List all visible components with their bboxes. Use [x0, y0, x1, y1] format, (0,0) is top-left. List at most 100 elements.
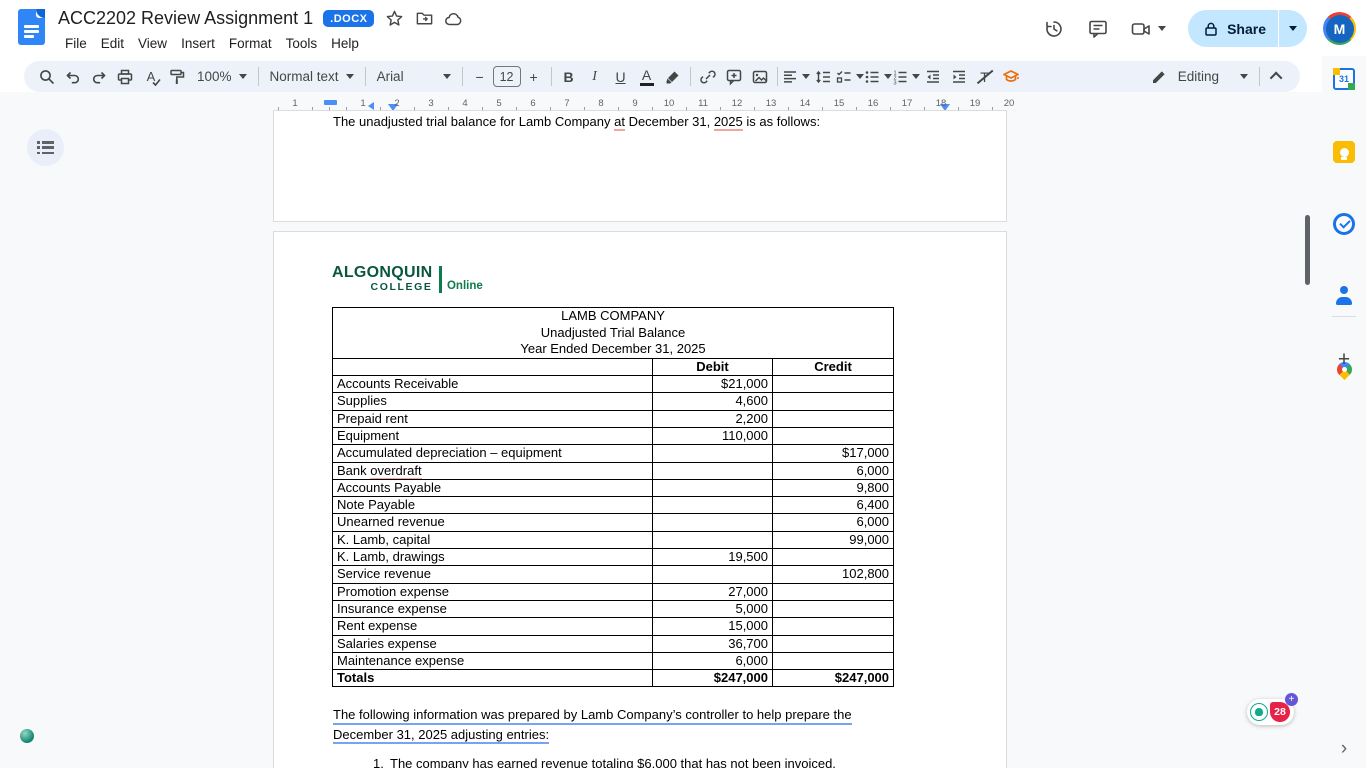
clear-formatting-icon[interactable]: T	[972, 64, 998, 90]
menu-insert[interactable]: Insert	[174, 34, 222, 53]
join-call-button[interactable]	[1130, 18, 1167, 40]
insert-link-icon[interactable]	[695, 64, 721, 90]
table-row: Insurance expense 5,000	[332, 599, 895, 619]
account-cell: Salaries expense	[332, 634, 653, 653]
menu-help[interactable]: Help	[324, 34, 366, 53]
menu-view[interactable]: View	[131, 34, 174, 53]
menu-format[interactable]: Format	[222, 34, 279, 53]
decrease-font-size-button[interactable]: −	[467, 64, 493, 90]
hide-side-panel-button[interactable]: ›	[1341, 738, 1347, 760]
increase-font-size-button[interactable]: +	[521, 64, 547, 90]
font-select[interactable]: Arial	[370, 64, 458, 90]
table-row: K. Lamb, drawings 19,500	[332, 548, 895, 567]
text-color-button[interactable]: A	[634, 64, 660, 90]
docs-logo-fold	[36, 9, 45, 18]
comments-icon[interactable]	[1086, 17, 1110, 41]
search-menus-icon[interactable]	[34, 64, 60, 90]
bulleted-list-caret-icon	[883, 74, 892, 79]
google-docs-logo-icon[interactable]	[18, 9, 45, 45]
account-avatar[interactable]: M	[1323, 12, 1356, 45]
table-row: Equipment 110,000	[332, 426, 895, 446]
google-calendar-icon[interactable]: 31	[1333, 68, 1355, 90]
version-history-icon[interactable]	[1042, 17, 1066, 41]
menu-file[interactable]: File	[58, 34, 94, 53]
zoom-select[interactable]: 100%	[190, 64, 254, 90]
column-header: Debit	[652, 357, 773, 377]
debit-cell: 19,500	[652, 548, 773, 567]
italic-button[interactable]: I	[582, 64, 608, 90]
underline-button[interactable]: U	[608, 64, 634, 90]
print-icon[interactable]	[112, 64, 138, 90]
table-row: Salaries expense 36,700	[332, 634, 895, 653]
extension-dot-icon[interactable]	[20, 729, 34, 743]
ruler-margin-marker[interactable]	[324, 100, 337, 105]
editing-mode-select[interactable]: Editing	[1144, 64, 1255, 90]
menu-tools[interactable]: Tools	[279, 34, 325, 53]
ruler-table-marker[interactable]	[368, 102, 374, 110]
styles-caret-icon	[345, 74, 354, 79]
column-header: Credit	[771, 357, 895, 377]
trial-balance-table[interactable]: LAMB COMPANY Unadjusted Trial Balance Year…	[331, 307, 895, 688]
ruler-number: 14	[799, 98, 811, 109]
insert-image-icon[interactable]	[747, 64, 773, 90]
account-cell: Insurance expense	[332, 599, 653, 619]
page-2[interactable]: ALGONQUIN COLLEGE Online LAMB COMPANY Una…	[273, 231, 1007, 768]
google-tasks-icon[interactable]	[1333, 213, 1355, 235]
undo-icon[interactable]	[60, 64, 86, 90]
align-button[interactable]	[782, 64, 810, 90]
lock-icon	[1205, 22, 1217, 36]
toolbar-separator	[1259, 67, 1260, 86]
document-title[interactable]: ACC2202 Review Assignment 1	[58, 8, 313, 29]
account-cell: Maintenance expense	[332, 651, 653, 671]
spellcheck-icon[interactable]: A	[138, 64, 164, 90]
share-options-caret[interactable]	[1279, 10, 1307, 47]
extension-badge[interactable]: 28 +	[1247, 693, 1298, 725]
numbered-list-button[interactable]: 123	[892, 64, 920, 90]
debit-cell	[652, 530, 773, 550]
numbered-list[interactable]: 1. The company has earned revenue totalin…	[373, 756, 836, 768]
logo-divider	[439, 265, 442, 293]
hide-menus-button[interactable]	[1264, 64, 1290, 90]
scrollbar-thumb[interactable]	[1305, 215, 1310, 285]
increase-indent-icon[interactable]	[946, 64, 972, 90]
move-to-folder-icon[interactable]	[414, 9, 434, 29]
debit-cell	[652, 513, 773, 532]
credit-cell	[771, 599, 895, 619]
ruler-number: 3	[428, 98, 434, 109]
redo-icon[interactable]	[86, 64, 112, 90]
show-document-outline-button[interactable]	[27, 129, 64, 166]
spellcheck-flagged-word: overdraft	[370, 462, 422, 479]
checklist-button[interactable]	[836, 64, 864, 90]
closing-paragraph[interactable]: The following information was prepared b…	[333, 707, 933, 746]
styles-select[interactable]: Normal text	[263, 64, 361, 90]
paint-format-icon[interactable]	[164, 64, 190, 90]
extension-cap-icon[interactable]	[998, 64, 1024, 90]
debit-cell: 27,000	[652, 582, 773, 601]
highlight-color-button[interactable]	[660, 64, 686, 90]
menu-edit[interactable]: Edit	[94, 34, 131, 53]
intro-paragraph[interactable]: The unadjusted trial balance for Lamb Co…	[333, 114, 820, 131]
star-icon[interactable]	[384, 9, 404, 29]
cloud-status-icon[interactable]	[444, 9, 464, 29]
decrease-indent-icon[interactable]	[920, 64, 946, 90]
logo-name-top: ALGONQUIN	[332, 264, 433, 281]
list-item: 1. The company has earned revenue totalin…	[373, 756, 836, 768]
font-size-input[interactable]: 12	[492, 66, 521, 87]
toolbar-separator	[461, 67, 463, 86]
bulleted-list-button[interactable]	[864, 64, 892, 90]
share-button[interactable]: Share	[1188, 10, 1307, 47]
line-spacing-icon[interactable]	[810, 64, 836, 90]
ruler-number: 10	[663, 98, 675, 109]
page-1[interactable]: The unadjusted trial balance for Lamb Co…	[273, 110, 1007, 222]
add-comment-icon[interactable]	[721, 64, 747, 90]
ruler-number: 6	[530, 98, 536, 109]
numbered-list-caret-icon	[911, 74, 920, 79]
spellcheck-flagged-word: 2025	[713, 114, 743, 131]
bold-button[interactable]: B	[556, 64, 582, 90]
table-row: Accumulated depreciation – equipment $17,…	[332, 444, 895, 463]
account-cell: Supplies	[332, 392, 653, 411]
get-add-ons-button[interactable]: +	[1333, 348, 1355, 371]
google-keep-icon[interactable]	[1333, 141, 1355, 163]
table-row: Accounts Receivable $21,000	[332, 375, 895, 394]
google-contacts-icon[interactable]	[1333, 285, 1355, 307]
